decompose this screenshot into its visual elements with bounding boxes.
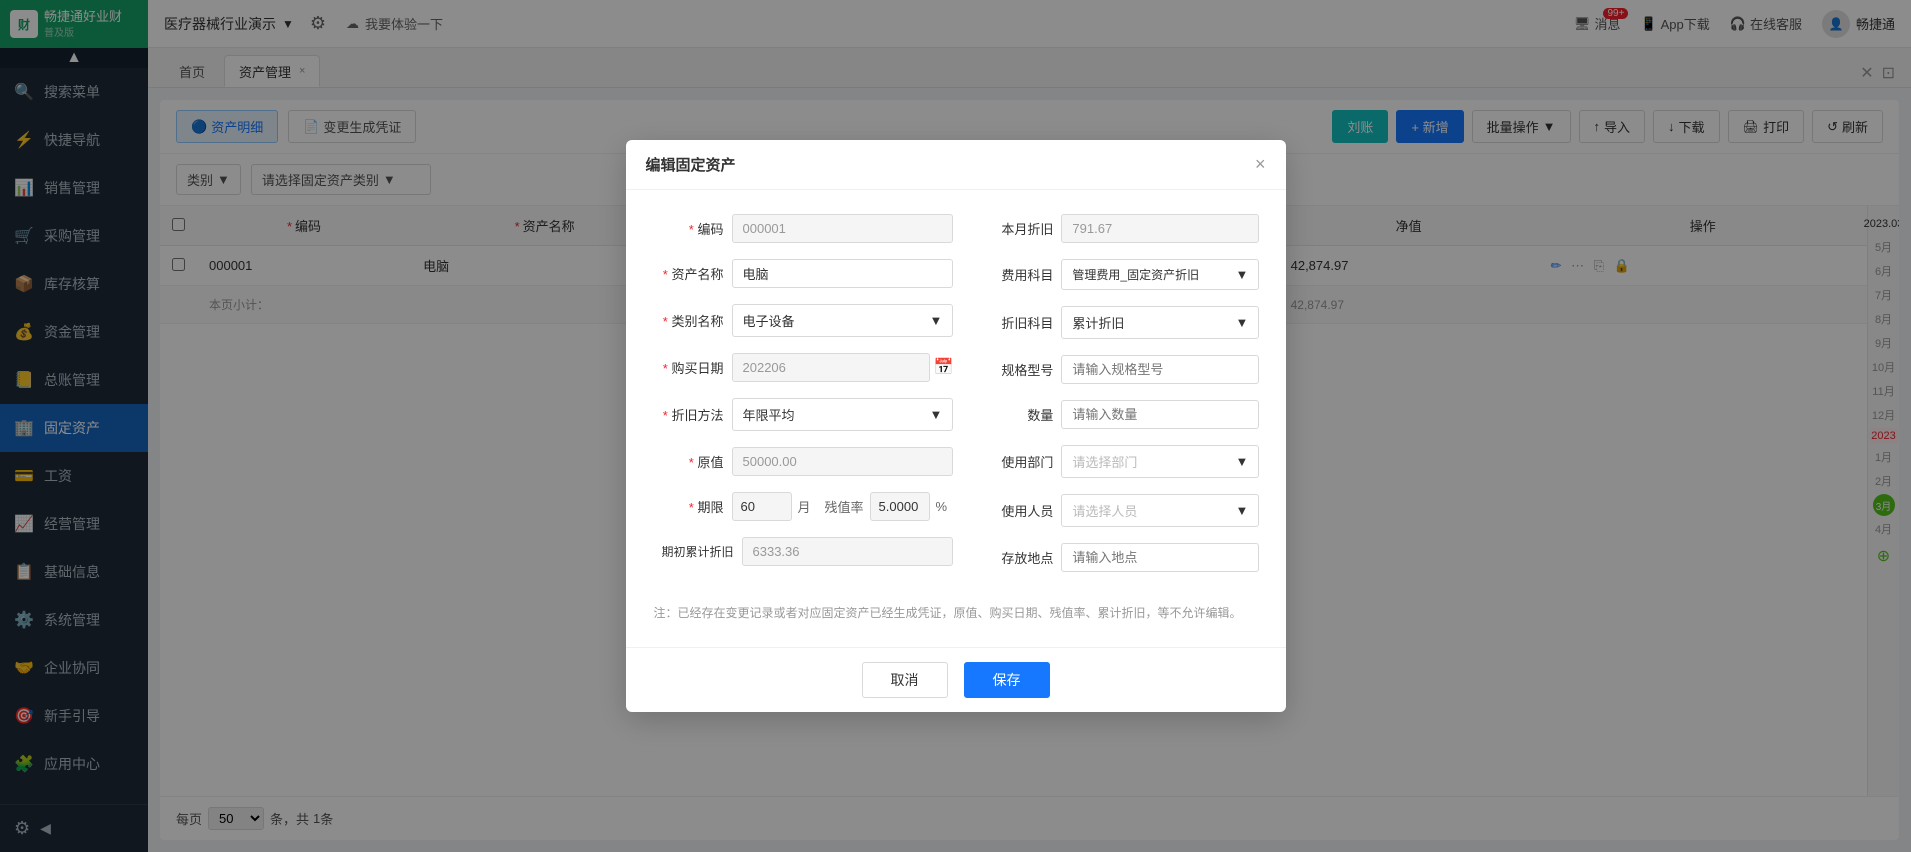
form-right-col: 本月折旧 费用科目 管理费用_固定资产折旧 ▼: [983, 214, 1259, 588]
quantity-label: 数量: [983, 405, 1053, 424]
residual-rate-unit: %: [936, 499, 948, 514]
user-label: 使用人员: [983, 501, 1053, 520]
monthly-depreciation-label: 本月折旧: [983, 219, 1053, 238]
asset-name-label: * 资产名称: [654, 264, 724, 283]
original-value-input[interactable]: [732, 447, 954, 476]
period-unit: 月: [798, 497, 811, 516]
code-input[interactable]: [732, 214, 954, 243]
chevron-down-icon: ▼: [1236, 315, 1249, 330]
category-field: * 类别名称 电子设备 ▼: [654, 304, 954, 337]
purchase-date-label: * 购买日期: [654, 358, 724, 377]
monthly-depreciation-input[interactable]: [1061, 214, 1259, 243]
modal-header: 编辑固定资产 ×: [626, 140, 1286, 190]
modal-body: * 编码 * 资产名称 * 类别名称 电子设备: [626, 190, 1286, 647]
chevron-down-icon: ▼: [1236, 267, 1249, 282]
location-field: 存放地点: [983, 543, 1259, 572]
chevron-down-icon: ▼: [1236, 454, 1249, 469]
expense-subject-label: 费用科目: [983, 265, 1053, 284]
asset-name-field: * 资产名称: [654, 259, 954, 288]
depreciation-method-field: * 折旧方法 年限平均 ▼: [654, 398, 954, 431]
edit-asset-modal: 编辑固定资产 × * 编码 * 资产名称: [626, 140, 1286, 712]
period-label: * 期限: [654, 497, 724, 516]
residual-rate-input[interactable]: [870, 492, 930, 521]
location-label: 存放地点: [983, 548, 1053, 567]
period-input[interactable]: [732, 492, 792, 521]
period-field: * 期限 月 残值率 %: [654, 492, 954, 521]
asset-name-input[interactable]: [732, 259, 954, 288]
quantity-field: 数量: [983, 400, 1259, 429]
location-input[interactable]: [1061, 543, 1259, 572]
modal-overlay: 编辑固定资产 × * 编码 * 资产名称: [148, 0, 1911, 852]
calendar-icon[interactable]: 📅: [934, 357, 954, 377]
code-label: * 编码: [654, 219, 724, 238]
department-field: 使用部门 请选择部门 ▼: [983, 445, 1259, 478]
initial-depreciation-field: 期初累计折旧: [654, 537, 954, 566]
expense-subject-select[interactable]: 管理费用_固定资产折旧 ▼: [1061, 259, 1259, 290]
form-grid: * 编码 * 资产名称 * 类别名称 电子设备: [654, 214, 1258, 588]
initial-depreciation-label: 期初累计折旧: [654, 543, 734, 560]
category-label: * 类别名称: [654, 311, 724, 330]
depreciation-method-label: * 折旧方法: [654, 405, 724, 424]
depreciation-method-select[interactable]: 年限平均 ▼: [732, 398, 954, 431]
user-field: 使用人员 请选择人员 ▼: [983, 494, 1259, 527]
chevron-down-icon: ▼: [1236, 503, 1249, 518]
expense-subject-field: 费用科目 管理费用_固定资产折旧 ▼: [983, 259, 1259, 290]
depreciation-subject-label: 折旧科目: [983, 313, 1053, 332]
purchase-date-input[interactable]: [732, 353, 930, 382]
spec-label: 规格型号: [983, 360, 1053, 379]
chevron-down-icon: ▼: [930, 407, 943, 422]
department-label: 使用部门: [983, 452, 1053, 471]
department-select[interactable]: 请选择部门 ▼: [1061, 445, 1259, 478]
depreciation-subject-select[interactable]: 累计折旧 ▼: [1061, 306, 1259, 339]
period-row: 月 残值率 %: [732, 492, 948, 521]
modal-title: 编辑固定资产: [646, 154, 736, 175]
chevron-down-icon: ▼: [930, 313, 943, 328]
form-left-col: * 编码 * 资产名称 * 类别名称 电子设备: [654, 214, 954, 588]
purchase-date-field: * 购买日期 📅: [654, 353, 954, 382]
modal-note: 注：已经存在变更记录或者对应固定资产已经生成凭证，原值、购买日期、残值率、累计折…: [654, 604, 1258, 623]
cancel-button[interactable]: 取消: [862, 662, 948, 698]
original-value-field: * 原值: [654, 447, 954, 476]
residual-rate-label: 残值率: [825, 497, 864, 516]
spec-field: 规格型号: [983, 355, 1259, 384]
user-select[interactable]: 请选择人员 ▼: [1061, 494, 1259, 527]
main-content: 医疗器械行业演示 ▼ ⚙ ☁ 我要体验一下 🖥 消息 99+ 📱 App下载 🎧…: [148, 0, 1911, 852]
depreciation-subject-field: 折旧科目 累计折旧 ▼: [983, 306, 1259, 339]
initial-depreciation-input[interactable]: [742, 537, 954, 566]
category-select[interactable]: 电子设备 ▼: [732, 304, 954, 337]
quantity-input[interactable]: [1061, 400, 1259, 429]
save-button[interactable]: 保存: [964, 662, 1050, 698]
monthly-depreciation-field: 本月折旧: [983, 214, 1259, 243]
code-field: * 编码: [654, 214, 954, 243]
modal-close-button[interactable]: ×: [1255, 154, 1266, 175]
spec-input[interactable]: [1061, 355, 1259, 384]
modal-footer: 取消 保存: [626, 647, 1286, 712]
original-value-label: * 原值: [654, 452, 724, 471]
